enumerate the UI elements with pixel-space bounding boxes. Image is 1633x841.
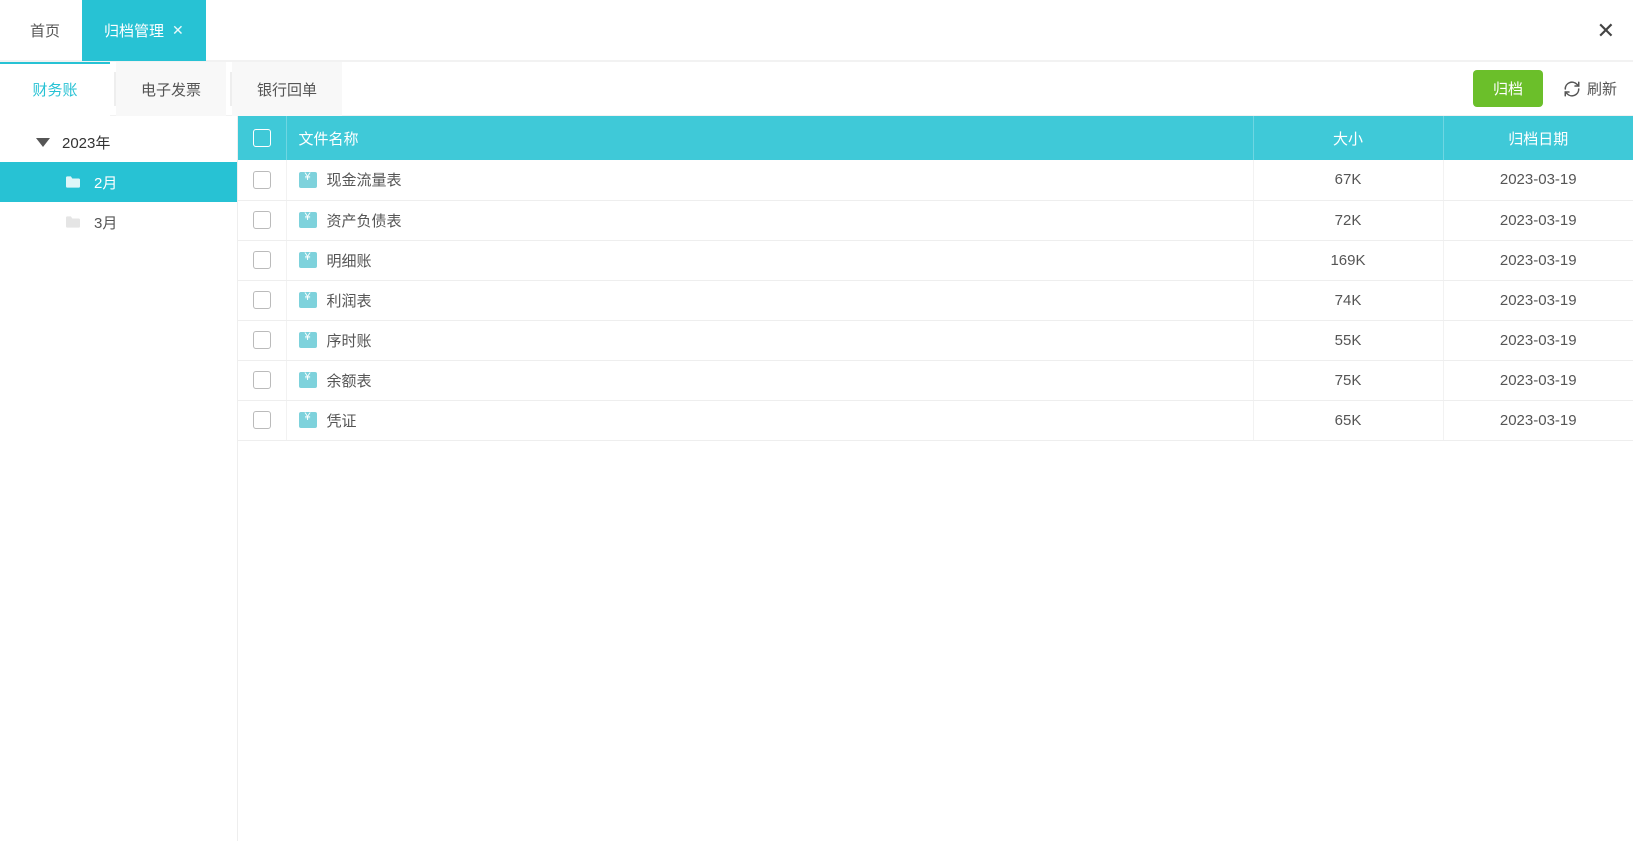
row-name-cell: 凭证 [286, 400, 1253, 440]
row-checkbox[interactable] [253, 211, 271, 229]
subtab-bank[interactable]: 银行回单 [232, 62, 342, 116]
close-icon[interactable]: ✕ [172, 22, 184, 39]
row-name: 序时账 [327, 330, 372, 351]
folder-tree: 2023年 2月 3月 [0, 116, 238, 841]
row-checkbox-cell [238, 200, 286, 240]
row-date: 2023-03-19 [1443, 240, 1633, 280]
subtab-label: 财务账 [32, 79, 77, 100]
row-name: 明细账 [327, 250, 372, 271]
folder-icon [64, 175, 82, 189]
row-date: 2023-03-19 [1443, 320, 1633, 360]
toolbar: 财务账 电子发票 银行回单 归档 刷新 [0, 62, 1633, 116]
row-checkbox[interactable] [253, 171, 271, 189]
table-row[interactable]: 序时账 55K2023-03-19 [238, 320, 1633, 360]
archive-button[interactable]: 归档 [1473, 70, 1543, 107]
archive-button-label: 归档 [1493, 81, 1523, 98]
subtab-label: 银行回单 [257, 79, 317, 100]
row-size: 67K [1253, 160, 1443, 200]
row-checkbox[interactable] [253, 331, 271, 349]
column-header-name[interactable]: 文件名称 [286, 116, 1253, 160]
row-name: 利润表 [327, 290, 372, 311]
folder-icon [64, 215, 82, 229]
file-table: 文件名称 大小 归档日期 现金流量表67K2023-03-19资产负债表72K2… [238, 116, 1633, 441]
table-row[interactable]: 利润表 74K2023-03-19 [238, 280, 1633, 320]
table-row[interactable]: 明细账 169K2023-03-19 [238, 240, 1633, 280]
document-icon [299, 252, 317, 268]
row-checkbox-cell [238, 400, 286, 440]
row-checkbox-cell [238, 160, 286, 200]
tree-node-label: 2023年 [62, 132, 110, 153]
table-row[interactable]: 凭证 65K2023-03-19 [238, 400, 1633, 440]
table-row[interactable]: 资产负债表 72K2023-03-19 [238, 200, 1633, 240]
document-icon [299, 332, 317, 348]
row-size: 169K [1253, 240, 1443, 280]
page-tab-label: 首页 [30, 20, 60, 41]
row-name-cell: 明细账 [286, 240, 1253, 280]
row-checkbox-cell [238, 240, 286, 280]
row-checkbox-cell [238, 280, 286, 320]
document-icon [299, 172, 317, 188]
page-tab-archive[interactable]: 归档管理 ✕ [82, 0, 206, 61]
row-checkbox[interactable] [253, 251, 271, 269]
row-size: 55K [1253, 320, 1443, 360]
document-icon [299, 292, 317, 308]
row-checkbox-cell [238, 360, 286, 400]
row-size: 65K [1253, 400, 1443, 440]
row-name-cell: 资产负债表 [286, 200, 1253, 240]
table-row[interactable]: 现金流量表 67K2023-03-19 [238, 160, 1633, 200]
document-icon [299, 412, 317, 428]
refresh-button[interactable]: 刷新 [1563, 78, 1617, 99]
tree-node-label: 2月 [94, 172, 117, 193]
row-name-cell: 余额表 [286, 360, 1253, 400]
page-tabs: 首页 归档管理 ✕ ✕ [0, 0, 1633, 62]
column-header-size[interactable]: 大小 [1253, 116, 1443, 160]
column-header-date[interactable]: 归档日期 [1443, 116, 1633, 160]
row-size: 72K [1253, 200, 1443, 240]
select-all-checkbox[interactable] [253, 129, 271, 147]
close-all-tabs-button[interactable]: ✕ [1597, 0, 1615, 62]
tree-node-month[interactable]: 3月 [0, 202, 237, 242]
row-size: 74K [1253, 280, 1443, 320]
tree-node-month[interactable]: 2月 [0, 162, 237, 202]
subtab-label: 电子发票 [141, 79, 201, 100]
page-tab-home[interactable]: 首页 [8, 0, 82, 61]
row-checkbox[interactable] [253, 291, 271, 309]
row-name-cell: 序时账 [286, 320, 1253, 360]
tree-node-label: 3月 [94, 212, 117, 233]
row-checkbox-cell [238, 320, 286, 360]
row-name-cell: 现金流量表 [286, 160, 1253, 200]
document-icon [299, 212, 317, 228]
tree-node-year[interactable]: 2023年 [0, 122, 237, 162]
subtab-finance[interactable]: 财务账 [0, 62, 110, 116]
row-name: 资产负债表 [327, 210, 402, 231]
page-tab-label: 归档管理 [104, 20, 164, 41]
row-name: 余额表 [327, 370, 372, 391]
subtab-einvoice[interactable]: 电子发票 [116, 62, 226, 116]
chevron-down-icon [36, 138, 50, 147]
row-date: 2023-03-19 [1443, 360, 1633, 400]
row-date: 2023-03-19 [1443, 160, 1633, 200]
file-table-container: 文件名称 大小 归档日期 现金流量表67K2023-03-19资产负债表72K2… [238, 116, 1633, 841]
row-date: 2023-03-19 [1443, 400, 1633, 440]
refresh-button-label: 刷新 [1587, 78, 1617, 99]
row-checkbox[interactable] [253, 411, 271, 429]
row-name: 现金流量表 [327, 169, 402, 190]
subtabs: 财务账 电子发票 银行回单 [0, 62, 346, 116]
row-name: 凭证 [327, 410, 357, 431]
row-date: 2023-03-19 [1443, 200, 1633, 240]
column-header-checkbox [238, 116, 286, 160]
row-checkbox[interactable] [253, 371, 271, 389]
table-row[interactable]: 余额表 75K2023-03-19 [238, 360, 1633, 400]
row-date: 2023-03-19 [1443, 280, 1633, 320]
row-size: 75K [1253, 360, 1443, 400]
document-icon [299, 372, 317, 388]
refresh-icon [1563, 80, 1581, 98]
row-name-cell: 利润表 [286, 280, 1253, 320]
